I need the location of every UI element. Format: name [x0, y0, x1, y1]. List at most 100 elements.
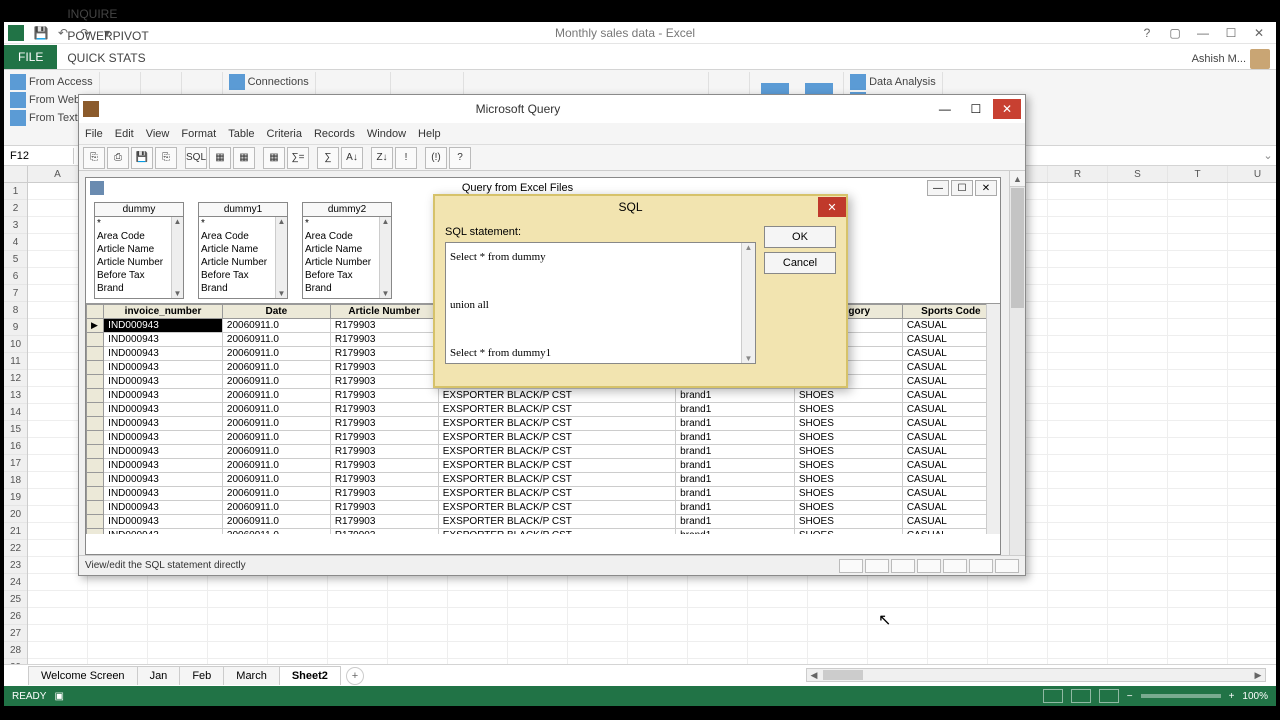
grid-cell[interactable]: SHOES [794, 459, 902, 473]
grid-cell[interactable]: SHOES [794, 417, 902, 431]
hscroll-thumb[interactable] [823, 670, 863, 680]
mq-menu-edit[interactable]: Edit [115, 128, 134, 140]
help-icon[interactable]: ? [1134, 24, 1160, 42]
mq-tool-6[interactable]: ▦ [233, 147, 255, 169]
grid-cell[interactable]: brand1 [676, 515, 795, 529]
row-selector[interactable] [87, 515, 104, 529]
next-record-button[interactable] [917, 559, 941, 573]
grid-cell[interactable]: EXSPORTER BLACK/P CST [438, 501, 675, 515]
grid-cell[interactable]: EXSPORTER BLACK/P CST [438, 445, 675, 459]
table-column[interactable]: Area Code [303, 230, 379, 243]
mq-tool-7[interactable]: ▦ [263, 147, 285, 169]
grid-cell[interactable]: 20060911.0 [222, 459, 330, 473]
zoom-out-icon[interactable]: − [1127, 691, 1133, 702]
ribbon-tab-inquire[interactable]: INQUIRE [57, 3, 176, 25]
mq-tool-10[interactable]: A↓ [341, 147, 363, 169]
grid-cell[interactable]: CASUAL [902, 431, 999, 445]
row-header[interactable]: 18 [4, 472, 27, 489]
row-header[interactable]: 20 [4, 506, 27, 523]
grid-cell[interactable]: SHOES [794, 473, 902, 487]
select-all-corner[interactable] [4, 166, 28, 183]
cancel-button[interactable]: Cancel [764, 252, 836, 274]
mq-menu-window[interactable]: Window [367, 128, 406, 140]
prev-record-button[interactable] [865, 559, 889, 573]
grid-cell[interactable]: CASUAL [902, 389, 999, 403]
grid-cell[interactable]: IND000943 [104, 375, 223, 389]
nav-extra-1[interactable] [969, 559, 993, 573]
sql-dialog-close-icon[interactable]: ✕ [818, 197, 846, 217]
row-selector[interactable] [87, 501, 104, 515]
minimize-icon[interactable]: — [1190, 24, 1216, 42]
table-column[interactable]: Before Tax [303, 269, 379, 282]
grid-cell[interactable]: IND000943 [104, 459, 223, 473]
grid-cell[interactable]: IND000943 [104, 403, 223, 417]
row-header[interactable]: 16 [4, 438, 27, 455]
ribbon-tab-powerpivot[interactable]: POWERPIVOT [57, 25, 176, 47]
grid-cell[interactable]: R179903 [330, 431, 438, 445]
grid-cell[interactable]: 20060911.0 [222, 417, 330, 431]
grid-cell[interactable]: brand1 [676, 431, 795, 445]
mq-tool-14[interactable]: ? [449, 147, 471, 169]
maximize-icon[interactable]: ☐ [1218, 24, 1244, 42]
scroll-right-icon[interactable]: ▶ [1251, 670, 1265, 681]
row-header[interactable]: 26 [4, 608, 27, 625]
grid-cell[interactable]: SHOES [794, 403, 902, 417]
file-tab[interactable]: FILE [4, 45, 57, 69]
last-record-button[interactable] [943, 559, 967, 573]
table-column[interactable]: Area Code [95, 230, 171, 243]
table-pane-dummy[interactable]: dummy*Area CodeArticle NameArticle Numbe… [94, 202, 184, 299]
table-column[interactable]: * [95, 217, 171, 230]
row-selector[interactable] [87, 375, 104, 389]
grid-cell[interactable]: 20060911.0 [222, 487, 330, 501]
grid-cell[interactable]: SHOES [794, 487, 902, 501]
mq-tool-9[interactable]: ∑ [317, 147, 339, 169]
grid-cell[interactable]: 20060911.0 [222, 389, 330, 403]
grid-cell[interactable]: brand1 [676, 459, 795, 473]
row-header[interactable]: 13 [4, 387, 27, 404]
table-column[interactable]: Brand [95, 282, 171, 295]
row-header[interactable]: 11 [4, 353, 27, 370]
row-selector[interactable] [87, 361, 104, 375]
row-header[interactable]: 27 [4, 625, 27, 642]
grid-cell[interactable]: brand1 [676, 417, 795, 431]
grid-cell[interactable]: R179903 [330, 375, 438, 389]
table-column[interactable]: Article Name [303, 243, 379, 256]
grid-cell[interactable]: CASUAL [902, 473, 999, 487]
mq-vertical-scrollbar[interactable]: ▲ [1009, 171, 1025, 555]
grid-header[interactable]: Article Number [330, 305, 438, 319]
row-header[interactable]: 3 [4, 217, 27, 234]
grid-cell[interactable]: R179903 [330, 459, 438, 473]
grid-cell[interactable]: IND000943 [104, 431, 223, 445]
grid-cell[interactable]: 20060911.0 [222, 403, 330, 417]
mq-tool-0[interactable]: ⎘ [83, 147, 105, 169]
grid-cell[interactable]: R179903 [330, 417, 438, 431]
grid-cell[interactable]: CASUAL [902, 515, 999, 529]
grid-cell[interactable]: IND000943 [104, 389, 223, 403]
pane-scrollbar[interactable]: ▲▼ [171, 217, 183, 298]
mq-minimize-icon[interactable]: — [931, 99, 959, 119]
datagrid-vscroll[interactable] [986, 304, 1000, 534]
grid-cell[interactable]: R179903 [330, 361, 438, 375]
from-text-button[interactable]: From Text [10, 110, 78, 126]
pane-scrollbar[interactable]: ▲▼ [275, 217, 287, 298]
grid-cell[interactable]: CASUAL [902, 459, 999, 473]
data-analysis-button[interactable]: Data Analysis [850, 74, 936, 90]
table-pane-dummy1[interactable]: dummy1*Area CodeArticle NameArticle Numb… [198, 202, 288, 299]
ok-button[interactable]: OK [764, 226, 836, 248]
grid-cell[interactable]: R179903 [330, 487, 438, 501]
grid-cell[interactable]: EXSPORTER BLACK/P CST [438, 473, 675, 487]
mq-tool-8[interactable]: ∑= [287, 147, 309, 169]
row-selector[interactable]: ▶ [87, 319, 104, 333]
row-header[interactable]: 10 [4, 336, 27, 353]
grid-cell[interactable]: CASUAL [902, 333, 999, 347]
grid-cell[interactable]: 20060911.0 [222, 529, 330, 535]
row-header[interactable]: 5 [4, 251, 27, 268]
grid-cell[interactable]: R179903 [330, 445, 438, 459]
grid-cell[interactable]: brand1 [676, 389, 795, 403]
mq-menu-format[interactable]: Format [181, 128, 216, 140]
row-selector[interactable] [87, 487, 104, 501]
grid-cell[interactable]: R179903 [330, 515, 438, 529]
grid-cell[interactable]: 20060911.0 [222, 501, 330, 515]
grid-cell[interactable]: brand1 [676, 473, 795, 487]
row-selector[interactable] [87, 389, 104, 403]
